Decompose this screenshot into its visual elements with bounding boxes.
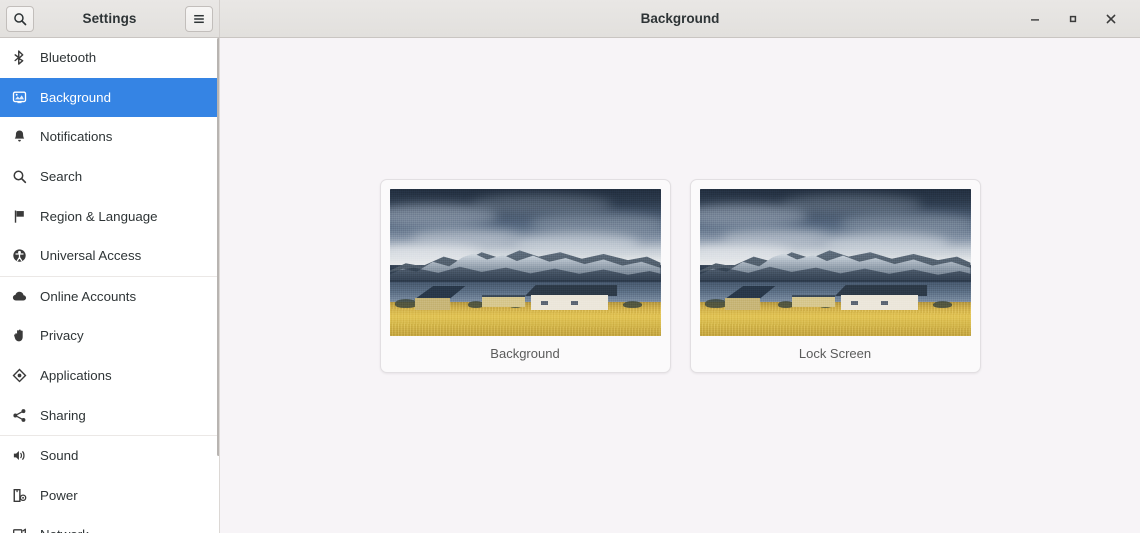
bell-icon — [8, 129, 30, 144]
sidebar-item-label: Sharing — [40, 407, 86, 423]
hamburger-menu-icon — [194, 14, 204, 23]
sidebar-item-applications[interactable]: Applications — [0, 356, 219, 396]
settings-window: Settings Background Bluetooth Background… — [0, 0, 1140, 533]
sidebar-item-universal-access[interactable]: Universal Access — [0, 236, 219, 276]
sidebar-item-network[interactable]: Network — [0, 515, 219, 533]
sidebar-header: Settings — [0, 0, 220, 37]
sidebar-item-label: Region & Language — [40, 208, 158, 224]
wallpaper-farmhouse-left — [716, 286, 776, 310]
sidebar-item-label: Sound — [40, 448, 79, 464]
applications-icon — [8, 368, 30, 383]
wallpaper-farmhouse-right — [525, 284, 618, 310]
cloud-icon — [8, 289, 30, 304]
wall-shape — [840, 294, 918, 310]
sidebar-item-label: Bluetooth — [40, 50, 97, 66]
close-icon — [1106, 14, 1116, 23]
sidebar-item-online-accounts[interactable]: Online Accounts — [0, 277, 219, 317]
wall-shape — [415, 297, 450, 310]
accessibility-icon — [8, 248, 30, 263]
wallpaper-farmhouse-left — [406, 286, 466, 310]
wallpaper-shed — [791, 294, 835, 307]
sidebar-item-bluetooth[interactable]: Bluetooth — [0, 38, 219, 78]
wallpaper-shed — [481, 294, 525, 307]
sidebar-item-label: Background — [40, 89, 111, 105]
window-controls — [1024, 8, 1136, 30]
sidebar-item-label: Online Accounts — [40, 288, 137, 304]
cloud-shape — [824, 233, 949, 254]
window-shape — [851, 301, 859, 306]
wallpaper-art — [389, 189, 661, 336]
bluetooth-icon — [8, 50, 30, 65]
sidebar-item-sharing[interactable]: Sharing — [0, 395, 219, 435]
preview-card-label: Background — [490, 346, 560, 361]
wall-shape — [530, 294, 608, 310]
search-button[interactable] — [6, 5, 34, 32]
wallpaper-art — [699, 189, 971, 336]
window-header: Background — [220, 0, 1140, 37]
wallpaper-thumbnail[interactable] — [389, 189, 661, 336]
window-shape — [570, 301, 578, 306]
sidebar-item-sound[interactable]: Sound — [0, 436, 219, 476]
hand-icon — [8, 328, 30, 343]
sidebar-item-label: Search — [40, 169, 83, 185]
flag-icon — [8, 209, 30, 224]
bush-shape — [932, 300, 952, 309]
menu-button[interactable] — [185, 5, 213, 32]
close-button[interactable] — [1100, 8, 1122, 30]
sidebar-item-label: Applications — [40, 368, 112, 384]
cloud-shape — [514, 233, 639, 254]
wallpaper-farmhouse-right — [835, 284, 928, 310]
sidebar-item-label: Notifications — [40, 129, 113, 145]
power-battery-icon — [8, 488, 30, 503]
speaker-icon — [8, 448, 30, 463]
search-icon — [8, 169, 30, 184]
settings-sidebar: Bluetooth Background Notifications Search Re… — [0, 38, 220, 533]
sidebar-item-label: Network — [40, 527, 89, 533]
sidebar-item-search[interactable]: Search — [0, 157, 219, 197]
window-shape — [880, 301, 888, 306]
title-bar: Settings Background — [0, 0, 1140, 38]
background-preview-card[interactable]: Background — [379, 179, 671, 373]
preview-card-group: Background Lock Screen — [379, 179, 981, 373]
sidebar-item-label: Privacy — [40, 328, 84, 344]
maximize-icon — [1069, 15, 1077, 22]
minimize-icon — [1031, 18, 1039, 21]
cloud-shape — [840, 212, 971, 235]
lock-screen-preview-card[interactable]: Lock Screen — [689, 179, 981, 373]
minimize-button[interactable] — [1024, 8, 1046, 30]
search-icon — [14, 12, 27, 25]
sidebar-list: Bluetooth Background Notifications Search Re… — [0, 38, 219, 533]
network-icon — [8, 527, 30, 533]
sidebar-item-label: Universal Access — [40, 248, 142, 264]
preview-card-label: Lock Screen — [798, 346, 872, 361]
page-title: Background — [640, 11, 720, 26]
sidebar-item-privacy[interactable]: Privacy — [0, 316, 219, 356]
wall-shape — [725, 297, 760, 310]
background-icon — [8, 90, 30, 105]
cloud-shape — [530, 212, 661, 235]
bush-shape — [622, 300, 642, 309]
share-icon — [8, 408, 30, 423]
sidebar-item-power[interactable]: Power — [0, 476, 219, 516]
wallpaper-thumbnail[interactable] — [699, 189, 971, 336]
window-shape — [541, 301, 549, 306]
sidebar-item-notifications[interactable]: Notifications — [0, 117, 219, 157]
sidebar-item-background[interactable]: Background — [0, 77, 219, 118]
window-body: Bluetooth Background Notifications Search Re… — [0, 38, 1140, 533]
background-settings-panel: Background Lock Screen — [220, 38, 1140, 533]
sidebar-item-label: Power — [40, 487, 78, 503]
sidebar-item-region-language[interactable]: Region & Language — [0, 196, 219, 236]
maximize-button[interactable] — [1062, 8, 1084, 30]
